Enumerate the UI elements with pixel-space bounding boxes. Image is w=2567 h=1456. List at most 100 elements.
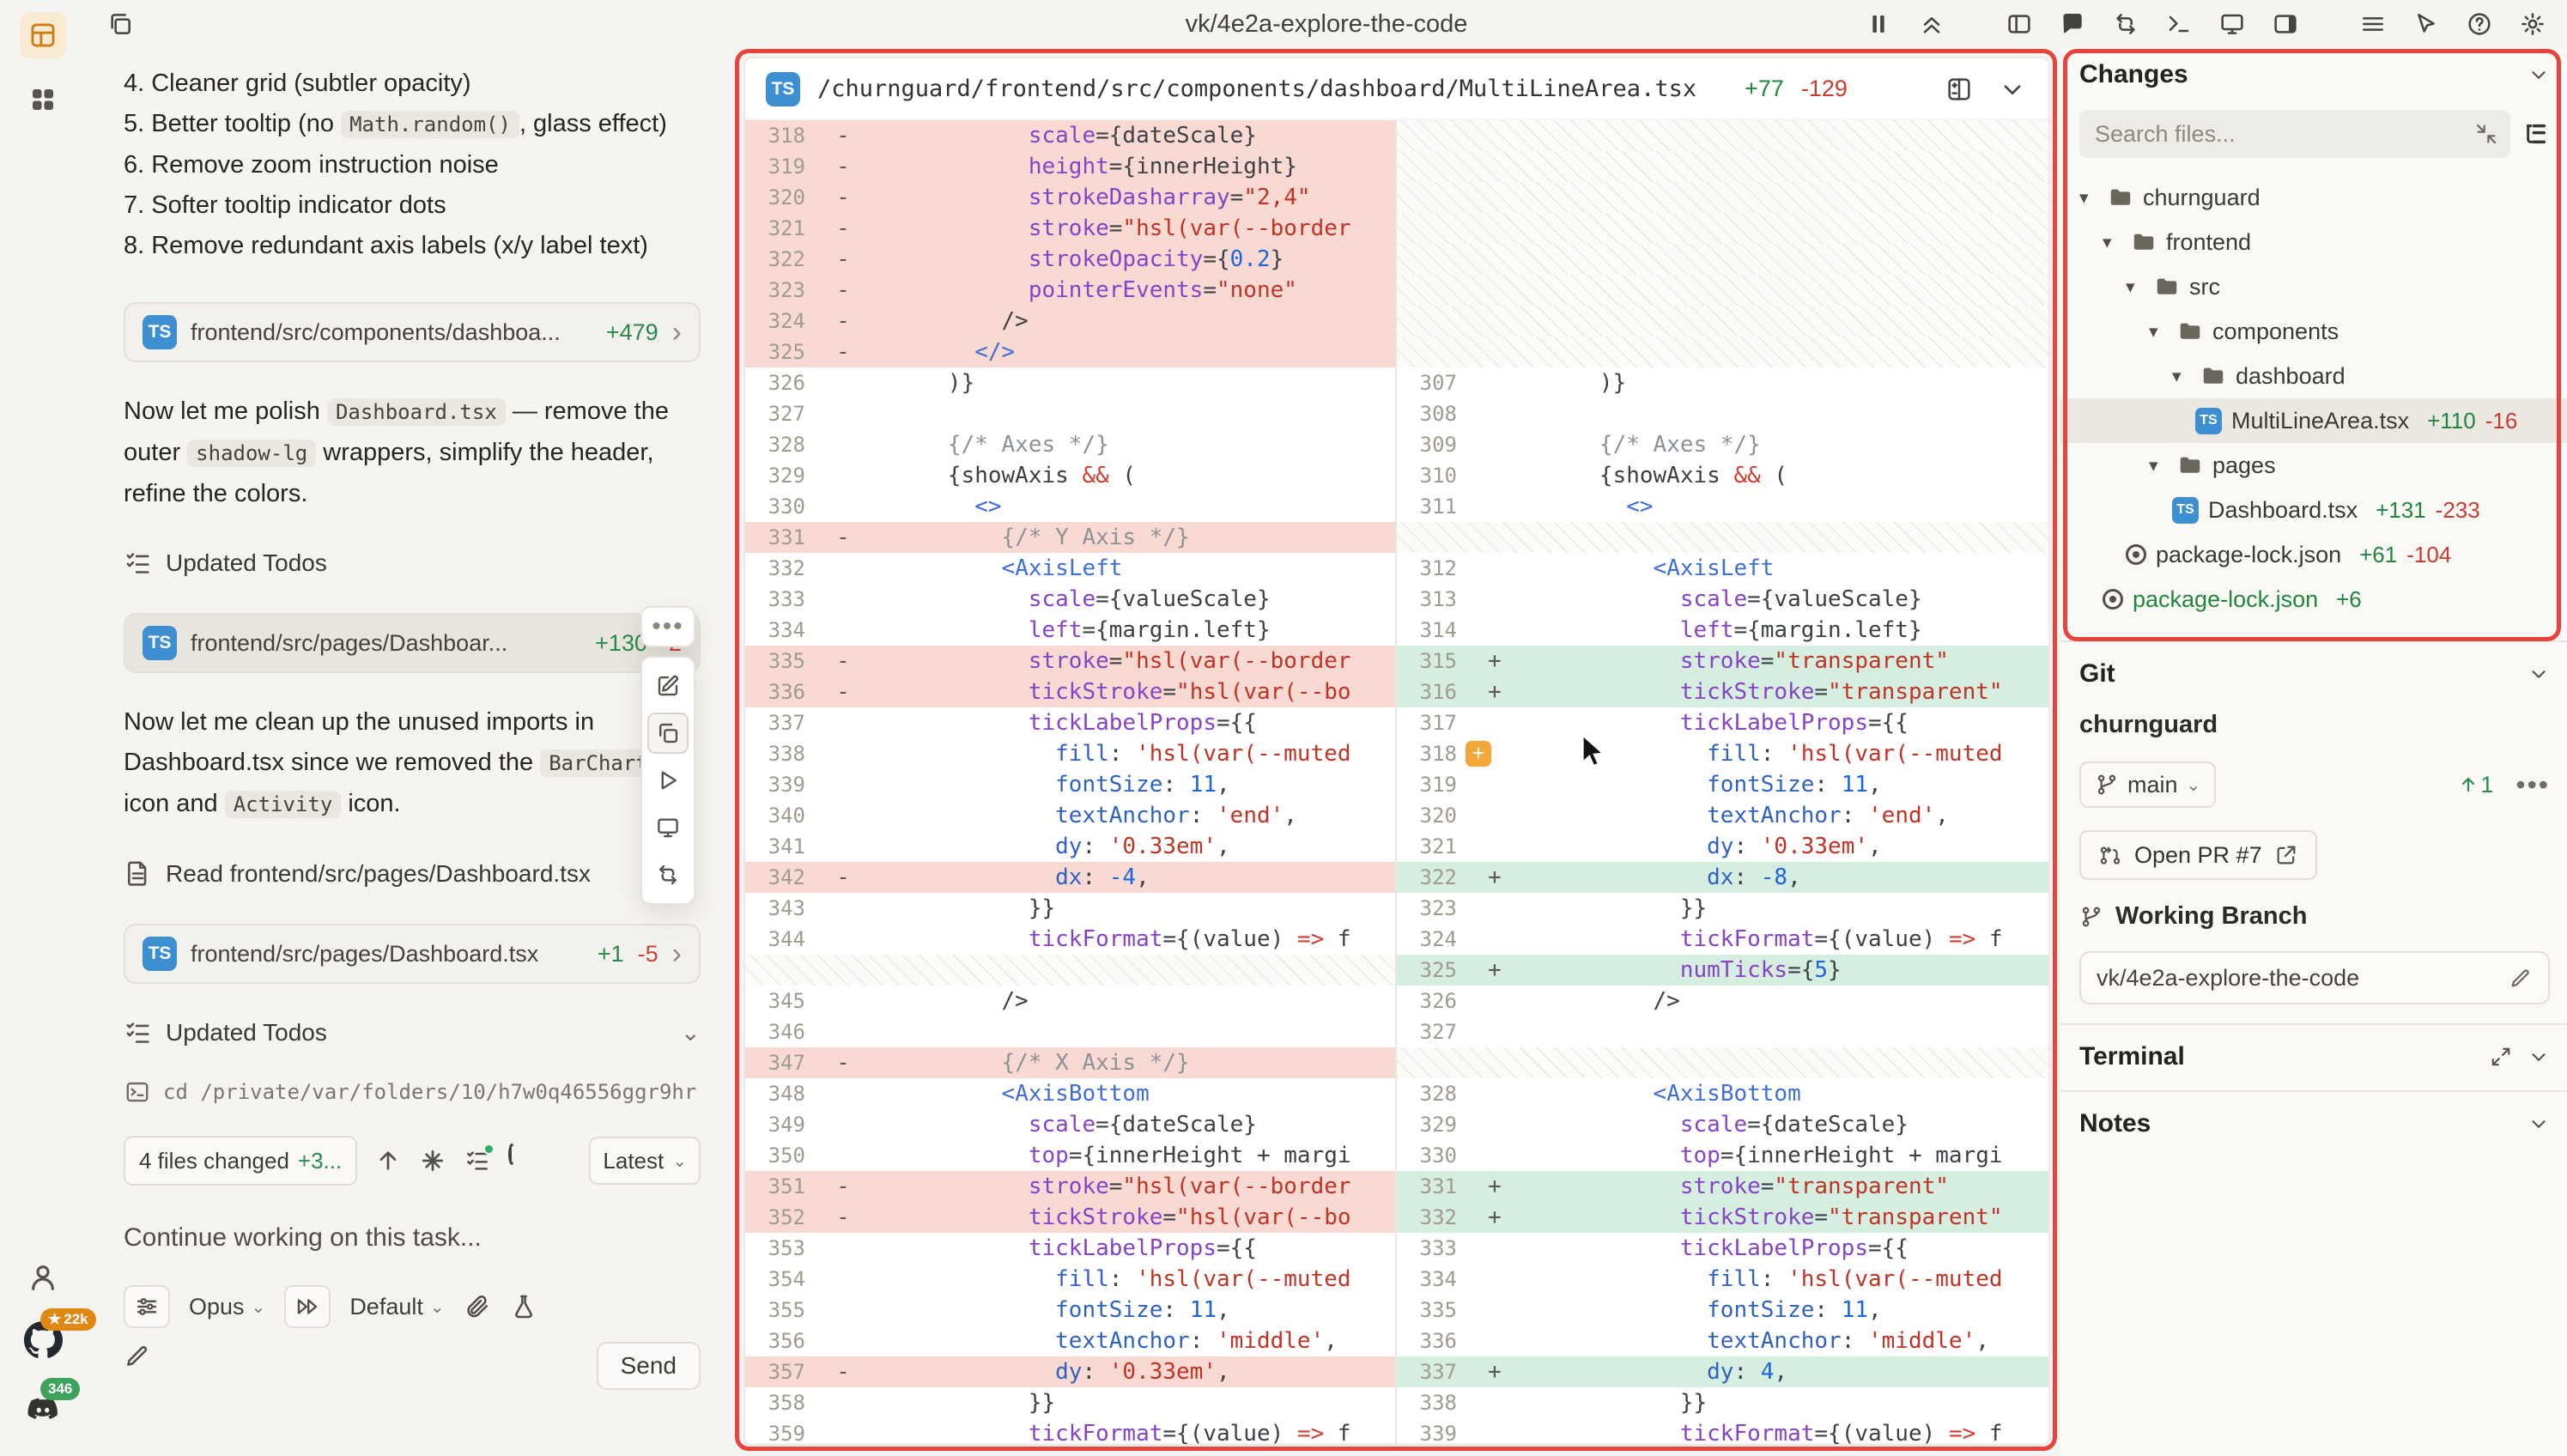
panel-right-icon[interactable]: [2270, 9, 2301, 39]
line-number: 339: [745, 769, 819, 800]
chevron-down-icon[interactable]: [2528, 64, 2550, 86]
apps-grid-icon[interactable]: [27, 84, 58, 115]
pointer-icon[interactable]: [2411, 9, 2442, 39]
menu-icon[interactable]: [2358, 9, 2388, 39]
code-line: dy: '0.33em',: [1519, 831, 1882, 862]
diff-sign: [1471, 800, 1519, 831]
model-dropdown[interactable]: Opus ⌄: [189, 1294, 265, 1320]
diff-cell: [1397, 182, 2048, 213]
monitor-icon[interactable]: [2217, 9, 2248, 39]
tree-file-row[interactable]: package-lock.json+6: [2060, 577, 2567, 622]
more-options-button[interactable]: •••: [640, 606, 695, 647]
todo-progress-icon[interactable]: [464, 1147, 491, 1174]
diff-cell: 350 top={innerHeight + margi: [745, 1140, 1397, 1171]
diff-cell: [745, 955, 1397, 986]
todo-row-1[interactable]: Updated Todos: [124, 549, 701, 577]
fast-forward-icon[interactable]: [284, 1285, 331, 1328]
paperclip-icon[interactable]: [464, 1293, 491, 1320]
tree-folder-row[interactable]: ▾frontend: [2060, 220, 2567, 264]
app-logo[interactable]: [20, 12, 66, 58]
arrow-up-icon[interactable]: [374, 1147, 402, 1174]
settings-icon[interactable]: [2517, 9, 2548, 39]
file-chip-components-dashboard[interactable]: TS frontend/src/components/dashboa... +4…: [124, 302, 701, 362]
terminal-section-header[interactable]: Terminal: [2079, 1042, 2550, 1071]
notes-section-header[interactable]: Notes: [2079, 1109, 2550, 1138]
expand-icon[interactable]: [2490, 1046, 2512, 1068]
play-icon[interactable]: [647, 760, 689, 801]
open-pr-button[interactable]: Open PR #7: [2079, 830, 2317, 880]
preset-dropdown[interactable]: Default ⌄: [349, 1294, 444, 1320]
more-options-icon[interactable]: •••: [2515, 769, 2550, 801]
sparkle-icon[interactable]: [419, 1147, 446, 1174]
tree-file-row[interactable]: TSDashboard.tsx+131-233: [2060, 488, 2567, 532]
edit-icon[interactable]: [647, 665, 689, 707]
profile-icon[interactable]: [26, 1260, 60, 1295]
line-number: 309: [1397, 429, 1471, 460]
tree-folder-row[interactable]: ▾src: [2060, 264, 2567, 309]
branch-row: main ⌄ 1 •••: [2079, 761, 2550, 808]
collapse-up-icon[interactable]: [1916, 9, 1947, 39]
todo-row-2[interactable]: Updated Todos ⌄: [124, 1018, 701, 1046]
diff-rows[interactable]: 318- scale={dateScale}319- height={inner…: [745, 120, 2048, 1444]
copy-icon[interactable]: [647, 713, 689, 754]
green-dot-badge: [483, 1144, 495, 1155]
git-section-header[interactable]: Git: [2079, 659, 2550, 689]
code-line: <AxisLeft: [867, 553, 1122, 584]
stacked-panels-icon[interactable]: [105, 9, 136, 39]
send-button[interactable]: Send: [597, 1342, 701, 1390]
chevron-down-icon[interactable]: ⌄: [681, 1018, 701, 1046]
working-branch-field[interactable]: vk/4e2a-explore-the-code: [2079, 951, 2550, 1004]
tree-file-row[interactable]: TSMultiLineArea.tsx+110-16: [2060, 398, 2567, 443]
git-compare-icon[interactable]: [647, 854, 689, 895]
git-compare-icon[interactable]: [2110, 9, 2141, 39]
tree-folder-row[interactable]: ▾churnguard: [2060, 175, 2567, 220]
file-chip-pages-dashboard[interactable]: TS frontend/src/pages/Dashboar... +130 -…: [124, 613, 701, 673]
pencil-icon[interactable]: [124, 1342, 151, 1369]
add-comment-button[interactable]: +: [1466, 741, 1491, 767]
latest-dropdown[interactable]: Latest ⌄: [589, 1137, 701, 1185]
tree-folder-row[interactable]: ▾dashboard: [2060, 354, 2567, 398]
diff-view-icon[interactable]: [1944, 74, 1975, 105]
pencil-icon[interactable]: [2509, 966, 2533, 990]
terminal-command-row[interactable]: cd /private/var/folders/10/h7w0q46556ggr…: [124, 1079, 701, 1105]
diff-cell: 354 fill: 'hsl(var(--muted: [745, 1264, 1397, 1295]
flask-icon[interactable]: [510, 1293, 537, 1320]
collapse-all-icon[interactable]: [2474, 122, 2498, 146]
tree-folder-row[interactable]: ▾components: [2060, 309, 2567, 354]
terminal-icon[interactable]: [2163, 9, 2194, 39]
sliders-icon[interactable]: [124, 1285, 170, 1328]
read-file-row[interactable]: Read frontend/src/pages/Dashboard.tsx: [124, 859, 701, 888]
chat-bubble-icon[interactable]: [2057, 9, 2088, 39]
code-line: fill: 'hsl(var(--muted: [867, 1264, 1351, 1295]
diff-cell: 318- scale={dateScale}: [745, 120, 1397, 151]
changes-section-header[interactable]: Changes: [2079, 60, 2550, 89]
line-number: 311: [1397, 491, 1471, 522]
search-files-input[interactable]: Search files...: [2079, 110, 2510, 158]
todo-label: Updated Todos: [166, 1019, 327, 1046]
tree-folder-row[interactable]: ▾pages: [2060, 443, 2567, 488]
chevron-down-icon[interactable]: [2528, 1113, 2550, 1135]
chevron-down-icon[interactable]: [2528, 1046, 2550, 1068]
file-tree-toggle-icon[interactable]: [2522, 120, 2550, 148]
folder-name: dashboard: [2236, 363, 2345, 390]
files-changed-chip[interactable]: 4 files changed +3...: [124, 1136, 357, 1186]
diff-cell: 334 fill: 'hsl(var(--muted: [1397, 1264, 2048, 1295]
panel-left-icon[interactable]: [2004, 9, 2035, 39]
code-line: {/* Y Axis */}: [867, 522, 1190, 553]
chevron-down-icon[interactable]: [1997, 74, 2028, 105]
tree-file-row[interactable]: package-lock.json+61-104: [2060, 532, 2567, 577]
chevron-down-icon[interactable]: [2528, 663, 2550, 685]
help-icon[interactable]: [2464, 9, 2495, 39]
monitor-icon[interactable]: [647, 807, 689, 848]
file-chip-dashboard-small[interactable]: TS frontend/src/pages/Dashboard.tsx +1 -…: [124, 924, 701, 984]
file-name: package-lock.json: [2156, 542, 2341, 568]
terminal-title: Terminal: [2079, 1042, 2185, 1071]
code-line: </>: [867, 337, 1015, 367]
topbar: vk/4e2a-explore-the-code: [86, 0, 2567, 48]
pause-icon[interactable]: [1863, 9, 1894, 39]
chat-input[interactable]: Continue working on this task...: [124, 1223, 701, 1253]
diff-row: 332 <AxisLeft312 <AxisLeft: [745, 553, 2048, 584]
branch-dropdown[interactable]: main ⌄: [2079, 761, 2216, 808]
chat-list-item: 7. Softer tooltip indicator dots: [124, 185, 701, 226]
diff-sign: -: [819, 1202, 867, 1233]
